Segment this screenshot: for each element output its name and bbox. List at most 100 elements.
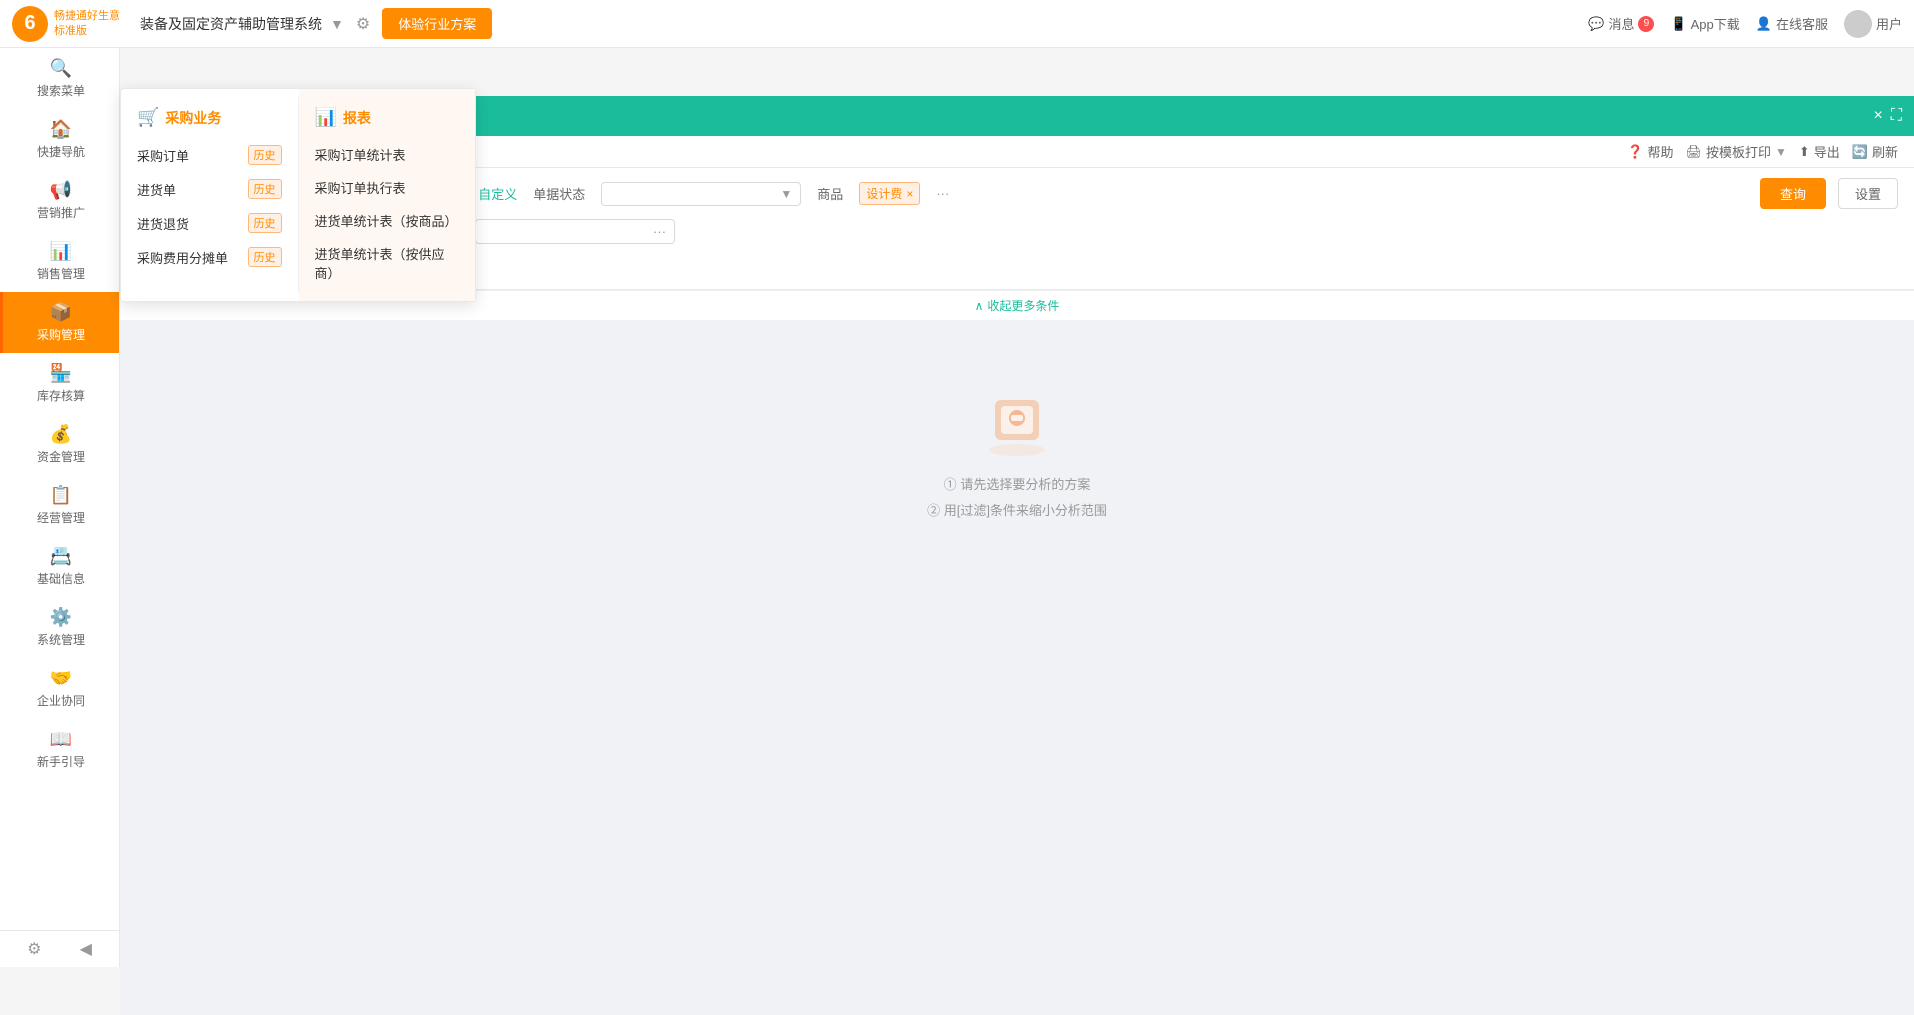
sidebar-item-finance[interactable]: 💰 资金管理 (0, 414, 119, 475)
status-select[interactable]: ▼ (601, 182, 801, 206)
service-icon: 👤 (1756, 16, 1772, 32)
report-col: 📊 报表 采购订单统计表 采购订单执行表 进货单统计表（按商品） 进货单统计表（… (299, 89, 476, 301)
marketing-icon: 📢 (50, 180, 72, 201)
status-label: 单据状态 (533, 184, 585, 203)
settings-icon[interactable]: ⚙ (356, 14, 370, 34)
dropdown-item-report-order-stat[interactable]: 采购订单统计表 (299, 138, 476, 171)
purchase-icon: 📦 (50, 302, 72, 323)
dropdown-item-report-goods-stat[interactable]: 进货单统计表（按商品） (299, 204, 476, 237)
sidebar-label-corp: 企业协同 (37, 692, 85, 709)
app-download-btn[interactable]: 📱 App下载 (1670, 14, 1739, 33)
dropdown-item-report-supplier-stat[interactable]: 进货单统计表（按供应商） (299, 237, 476, 289)
sidebar-item-marketing[interactable]: 📢 营销推广 (0, 170, 119, 231)
topbar-right: 💬 消息 9 📱 App下载 👤 在线客服 用户 (1588, 10, 1902, 38)
salesperson-dots[interactable]: ··· (653, 224, 666, 239)
dropdown-item-purchase-goods[interactable]: 进货单 历史 (121, 172, 298, 206)
system-title: 装备及固定资产辅助管理系统 ▼ (140, 14, 348, 34)
sidebar-item-ops[interactable]: 📋 经营管理 (0, 475, 119, 536)
goods-tag-value: 设计费 (866, 185, 902, 202)
home-icon: 🏠 (50, 119, 72, 140)
hist-badge-0: 历史 (248, 145, 282, 165)
collapse-icon: ∧ (975, 299, 984, 313)
date-shortcut-custom[interactable]: 自定义 (478, 184, 517, 203)
hist-badge-3: 历史 (248, 247, 282, 267)
ops-icon: 📋 (50, 485, 72, 506)
settings-bottom-icon[interactable]: ⚙ (27, 939, 41, 959)
topbar: 6 畅捷通好生意 标准版 装备及固定资产辅助管理系统 ▼ ⚙ 体验行业方案 💬 … (0, 0, 1914, 48)
sidebar-item-sales[interactable]: 📊 销售管理 (0, 231, 119, 292)
sidebar-bottom: ⚙ ◀ (0, 930, 119, 967)
sidebar-label-basic: 基础信息 (37, 570, 85, 587)
purchase-col-icon: 🛒 (137, 107, 159, 128)
sidebar-label-guide: 新手引导 (37, 753, 85, 770)
print-icon: 🖨 (1685, 144, 1702, 160)
help-btn[interactable]: ❓ 帮助 (1627, 142, 1673, 161)
sidebar-item-inventory[interactable]: 🏪 库存核算 (0, 353, 119, 414)
phone-icon: 📱 (1670, 16, 1686, 32)
empty-hint: ① 请先选择要分析的方案 ② 用[过滤]条件来缩小分析范围 (927, 472, 1107, 524)
logo-icon: 6 (12, 6, 48, 42)
sidebar-item-guide[interactable]: 📖 新手引导 (0, 719, 119, 780)
basic-icon: 📇 (50, 546, 72, 567)
tab-close-all-icon[interactable]: × (1873, 107, 1882, 125)
empty-state: ① 请先选择要分析的方案 ② 用[过滤]条件来缩小分析范围 (120, 320, 1914, 584)
sidebar-item-quick-nav[interactable]: 🏠 快捷导航 (0, 109, 119, 170)
message-icon: 💬 (1588, 16, 1604, 32)
empty-illustration (977, 380, 1057, 460)
system-icon: ⚙️ (50, 607, 72, 628)
sidebar-item-basic[interactable]: 📇 基础信息 (0, 536, 119, 597)
print-btn[interactable]: 🖨 按模板打印 ▼ (1685, 142, 1786, 161)
finance-icon: 💰 (50, 424, 72, 445)
avatar (1844, 10, 1872, 38)
dropdown-item-purchase-order[interactable]: 采购订单 历史 (121, 138, 298, 172)
search-icon: 🔍 (50, 58, 72, 79)
industry-btn[interactable]: 体验行业方案 (382, 8, 492, 39)
export-btn[interactable]: ⬆ 导出 (1799, 142, 1840, 161)
help-icon: ❓ (1627, 144, 1643, 160)
dropdown-item-purchase-return[interactable]: 进货退货 历史 (121, 206, 298, 240)
online-service-btn[interactable]: 👤 在线客服 (1756, 14, 1828, 33)
tab-fullscreen-icon[interactable]: ⛶ (1891, 107, 1902, 125)
salesperson-select[interactable]: ··· (475, 219, 675, 244)
sidebar: 🔍 搜索菜单 🏠 快捷导航 📢 营销推广 📊 销售管理 📦 采购管理 🏪 库存核… (0, 48, 120, 967)
print-chevron: ▼ (1775, 145, 1787, 159)
sidebar-label-marketing: 营销推广 (37, 204, 85, 221)
goods-more[interactable]: ··· (936, 186, 949, 201)
empty-num-2: ② (927, 503, 940, 518)
empty-num-1: ① (944, 477, 957, 492)
dropdown-item-purchase-expense[interactable]: 采购费用分摊单 历史 (121, 240, 298, 274)
goods-tag: 设计费 × (859, 182, 920, 205)
sidebar-label-sales: 销售管理 (37, 265, 85, 282)
report-col-icon: 📊 (315, 107, 337, 128)
query-button[interactable]: 查询 (1760, 178, 1826, 209)
sidebar-label-system: 系统管理 (37, 631, 85, 648)
sidebar-label-ops: 经营管理 (37, 509, 85, 526)
user-btn[interactable]: 用户 (1844, 10, 1902, 38)
export-icon: ⬆ (1799, 144, 1810, 160)
sidebar-item-purchase[interactable]: 📦 采购管理 (0, 292, 119, 353)
sidebar-label-search: 搜索菜单 (37, 82, 85, 99)
dropdown-item-report-order-exec[interactable]: 采购订单执行表 (299, 171, 476, 204)
collapse-sidebar-icon[interactable]: ◀ (80, 939, 92, 959)
refresh-btn[interactable]: 🔄 刷新 (1852, 142, 1898, 161)
hist-badge-1: 历史 (248, 179, 282, 199)
inventory-icon: 🏪 (50, 363, 72, 384)
hist-badge-2: 历史 (248, 213, 282, 233)
sidebar-item-corp[interactable]: 🤝 企业协同 (0, 658, 119, 719)
message-btn[interactable]: 💬 消息 9 (1588, 14, 1654, 33)
goods-label: 商品 (817, 184, 843, 203)
purchase-col: 🛒 采购业务 采购订单 历史 进货单 历史 进货退货 历史 采购费用分摊单 历史 (121, 89, 298, 301)
sidebar-label-quick-nav: 快捷导航 (37, 143, 85, 160)
purchase-col-header: 🛒 采购业务 (121, 101, 298, 138)
sidebar-label-inventory: 库存核算 (37, 387, 85, 404)
sidebar-item-system[interactable]: ⚙️ 系统管理 (0, 597, 119, 658)
settings-button[interactable]: 设置 (1838, 178, 1898, 209)
sidebar-item-search[interactable]: 🔍 搜索菜单 (0, 48, 119, 109)
report-col-header: 📊 报表 (299, 101, 476, 138)
message-badge: 9 (1638, 16, 1654, 32)
goods-tag-close[interactable]: × (906, 187, 913, 201)
refresh-icon: 🔄 (1852, 144, 1868, 160)
corp-icon: 🤝 (50, 668, 72, 689)
sidebar-label-purchase: 采购管理 (37, 326, 85, 343)
logo-text: 畅捷通好生意 标准版 (54, 9, 120, 38)
